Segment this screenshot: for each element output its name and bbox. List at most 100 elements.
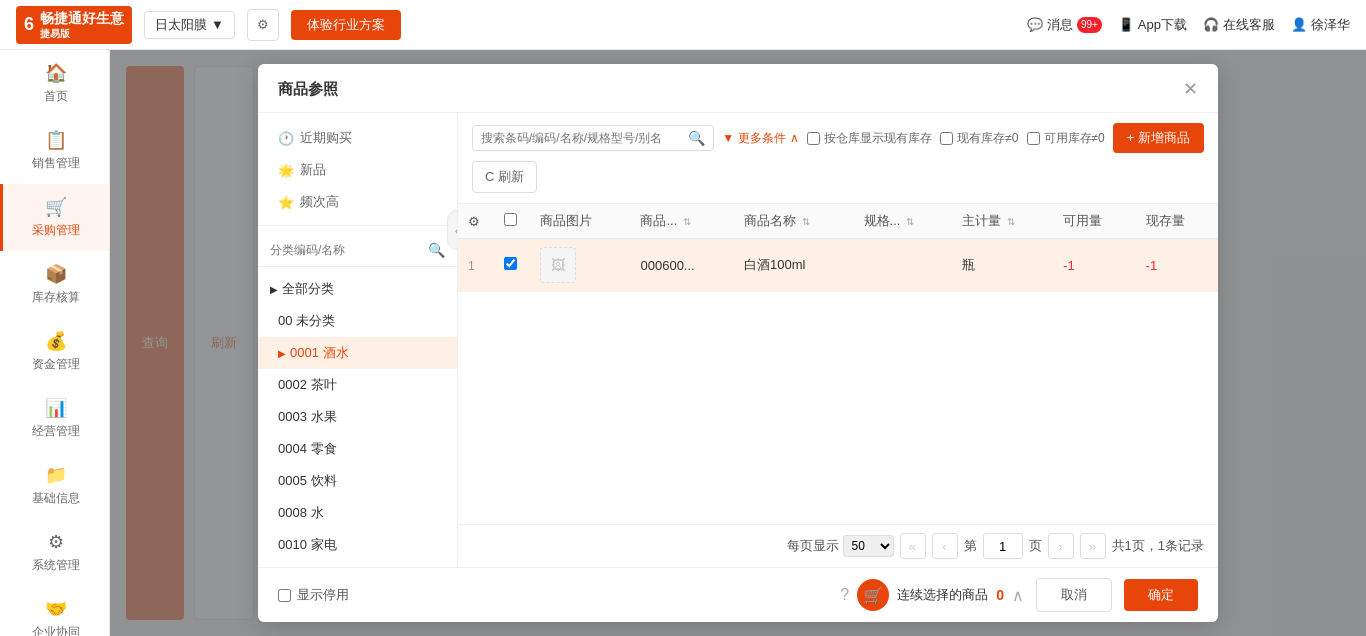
store-name: 日太阳膜: [155, 16, 207, 34]
enterprise-icon: 🤝: [45, 598, 67, 620]
last-page-button[interactable]: »: [1080, 533, 1106, 559]
sidebar-item-enterprise[interactable]: 🤝 企业协同: [0, 586, 109, 636]
category-item-00[interactable]: 00 未分类: [258, 305, 457, 337]
category-item-0002[interactable]: 0002 茶叶: [258, 369, 457, 401]
collapse-panel-button[interactable]: ‹: [447, 210, 458, 250]
total-record-label: 共1页，1条记录: [1112, 537, 1204, 555]
image-placeholder-icon: 🖼: [551, 257, 565, 273]
add-product-button[interactable]: + 新增商品: [1113, 123, 1204, 153]
col-name[interactable]: 商品名称 ⇅: [734, 204, 854, 239]
help-icon[interactable]: ?: [840, 586, 849, 604]
user-menu[interactable]: 👤 徐泽华: [1291, 16, 1350, 34]
modal-close-button[interactable]: ✕: [1183, 78, 1198, 100]
category-label-0001: 0001 酒水: [290, 344, 445, 362]
prev-page-button[interactable]: ‹: [932, 533, 958, 559]
filter-button[interactable]: ▼ 更多条件 ∧: [722, 130, 799, 147]
col-settings[interactable]: ⚙: [458, 204, 494, 239]
message-button[interactable]: 💬 消息 99: [1027, 16, 1102, 34]
col-spec[interactable]: 规格... ⇅: [854, 204, 952, 239]
confirm-button[interactable]: 确定: [1124, 579, 1198, 611]
logo-icon: 6: [24, 14, 34, 35]
category-item-0005[interactable]: 0005 饮料: [258, 465, 457, 497]
product-search-icon[interactable]: 🔍: [688, 130, 705, 146]
pagination: 每页显示 50 10 20 100 « ‹ 第: [458, 524, 1218, 567]
sidebar-item-operation[interactable]: 📊 经营管理: [0, 385, 109, 452]
sidebar-item-home[interactable]: 🏠 首页: [0, 50, 109, 117]
sidebar-item-sales[interactable]: 📋 销售管理: [0, 117, 109, 184]
page-input[interactable]: [983, 533, 1023, 559]
cancel-button[interactable]: 取消: [1036, 578, 1112, 612]
col-unit[interactable]: 主计量 ⇅: [952, 204, 1053, 239]
category-item-0004[interactable]: 0004 零食: [258, 433, 457, 465]
next-page-button[interactable]: ›: [1048, 533, 1074, 559]
tab-frequent-label: 频次高: [300, 193, 339, 211]
sidebar-label-sales: 销售管理: [32, 155, 80, 172]
filter-label: 更多条件: [738, 130, 786, 147]
category-search-icon[interactable]: 🔍: [428, 242, 445, 258]
sidebar-label-home: 首页: [44, 88, 68, 105]
category-item-0001[interactable]: ▶ 0001 酒水: [258, 337, 457, 369]
logo-title: 畅捷通好生意: [40, 10, 124, 28]
logo-subtitle: 捷易版: [40, 28, 124, 40]
tab-new-label: 新品: [300, 161, 326, 179]
first-page-button[interactable]: «: [900, 533, 926, 559]
category-item-all[interactable]: ▶ 全部分类: [258, 273, 457, 305]
service-label: 在线客服: [1223, 16, 1275, 34]
sidebar-item-inventory[interactable]: 📦 库存核算: [0, 251, 109, 318]
select-all-checkbox[interactable]: [504, 213, 517, 226]
product-search-input[interactable]: [481, 131, 684, 145]
finance-icon: 💰: [45, 330, 67, 352]
settings-icon[interactable]: ⚙: [247, 9, 279, 41]
cart-count: 0: [996, 587, 1004, 603]
arrow-icon-0001: ▶: [278, 348, 286, 359]
headset-icon: 🎧: [1203, 17, 1219, 32]
sidebar-item-system[interactable]: ⚙ 系统管理: [0, 519, 109, 586]
trial-button[interactable]: 体验行业方案: [291, 10, 401, 40]
modal-title: 商品参照: [278, 80, 338, 99]
category-item-0003[interactable]: 0003 水果: [258, 401, 457, 433]
table-row[interactable]: 1 🖼: [458, 239, 1218, 292]
available-checkbox-text: 现有库存≠0: [957, 130, 1018, 147]
category-item-0008[interactable]: 0008 水: [258, 497, 457, 529]
col-code[interactable]: 商品... ⇅: [630, 204, 734, 239]
tab-new[interactable]: 🌟 新品: [270, 155, 445, 185]
warehouse-checkbox-text: 按仓库显示现有库存: [824, 130, 932, 147]
refresh-button[interactable]: C 刷新: [472, 161, 537, 193]
chevron-down-icon: ▼: [211, 17, 224, 32]
usable-checkbox[interactable]: [1027, 132, 1040, 145]
tab-frequent[interactable]: ⭐ 频次高: [270, 187, 445, 217]
row-checkbox[interactable]: [504, 257, 517, 270]
toolbar: 🔍 ▼ 更多条件 ∧ 按仓库显示现有库存: [458, 113, 1218, 204]
warehouse-checkbox[interactable]: [807, 132, 820, 145]
tab-recent[interactable]: 🕐 近期购买: [270, 123, 445, 153]
per-page-label: 每页显示: [787, 537, 839, 555]
sort-icon-name: ⇅: [802, 216, 810, 227]
available-checkbox[interactable]: [940, 132, 953, 145]
sidebar-item-finance[interactable]: 💰 资金管理: [0, 318, 109, 385]
product-search-box: 🔍: [472, 125, 714, 151]
phone-icon: 📱: [1118, 17, 1134, 32]
category-item-0010[interactable]: 0010 家电: [258, 529, 457, 561]
category-search-input[interactable]: [270, 243, 422, 257]
store-select[interactable]: 日太阳膜 ▼: [144, 11, 235, 39]
right-panel: 🔍 ▼ 更多条件 ∧ 按仓库显示现有库存: [458, 113, 1218, 567]
service-button[interactable]: 🎧 在线客服: [1203, 16, 1275, 34]
per-page-select[interactable]: 50 10 20 100: [843, 535, 894, 557]
sort-icon-spec: ⇅: [906, 216, 914, 227]
product-table-wrapper: ⚙ 商品图片 商品... ⇅: [458, 204, 1218, 524]
sidebar-item-base[interactable]: 📁 基础信息: [0, 452, 109, 519]
category-label-0008: 0008 水: [278, 504, 445, 522]
category-label-0004: 0004 零食: [278, 440, 445, 458]
cart-collapse-icon[interactable]: ∧: [1012, 586, 1024, 605]
display-disabled-label: 显示停用: [278, 586, 349, 604]
sidebar-item-purchase[interactable]: 🛒 采购管理: [0, 184, 109, 251]
left-tabs: 🕐 近期购买 🌟 新品 ⭐ 频次高: [258, 113, 457, 226]
app-download-button[interactable]: 📱 App下载: [1118, 16, 1187, 34]
product-table: ⚙ 商品图片 商品... ⇅: [458, 204, 1218, 292]
system-icon: ⚙: [48, 531, 64, 553]
display-disabled-checkbox[interactable]: [278, 589, 291, 602]
category-label-0002: 0002 茶叶: [278, 376, 445, 394]
cart-button[interactable]: 🛒: [857, 579, 889, 611]
row-image-cell: 🖼: [530, 239, 630, 292]
category-label-0010: 0010 家电: [278, 536, 445, 554]
